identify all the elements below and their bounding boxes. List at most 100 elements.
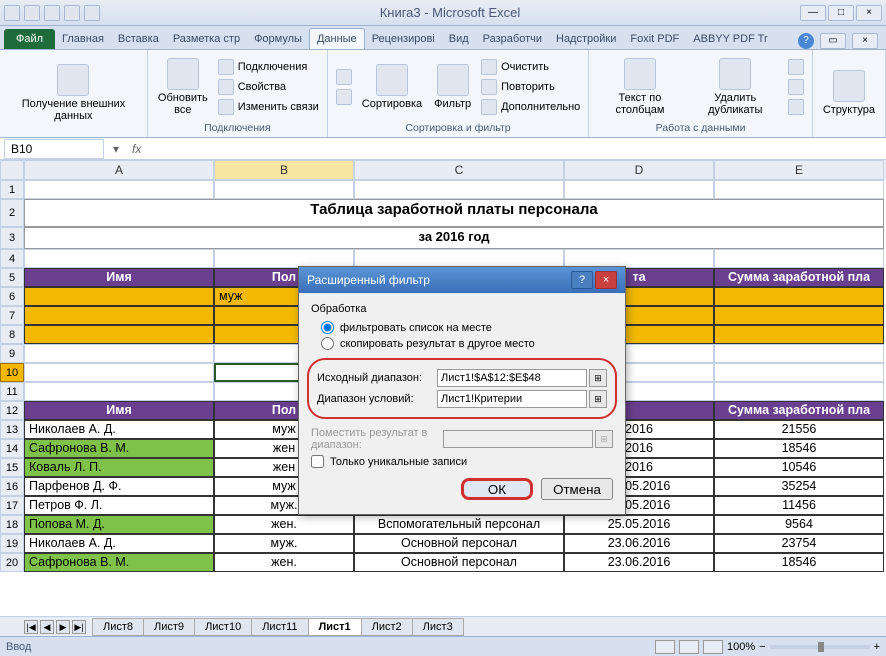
sheet-nav-first[interactable]: |◀ bbox=[24, 620, 38, 634]
cell[interactable]: Николаев А. Д. bbox=[24, 534, 214, 553]
cell[interactable]: муж. bbox=[214, 534, 354, 553]
cell[interactable]: Сафронова В. М. bbox=[24, 439, 214, 458]
cell[interactable]: Попова М. Д. bbox=[24, 515, 214, 534]
cell[interactable] bbox=[714, 249, 884, 268]
row-header[interactable]: 2 bbox=[0, 199, 24, 227]
sheet-tab[interactable]: Лист11 bbox=[251, 618, 308, 636]
row-header[interactable]: 9 bbox=[0, 344, 24, 363]
minimize-button[interactable]: — bbox=[800, 5, 826, 21]
cell[interactable]: 18546 bbox=[714, 553, 884, 572]
zoom-in-button[interactable]: + bbox=[874, 641, 880, 653]
cancel-button[interactable]: Отмена bbox=[541, 478, 613, 500]
sheet-tab[interactable]: Лист2 bbox=[361, 618, 413, 636]
sheet-tab[interactable]: Лист3 bbox=[412, 618, 464, 636]
dialog-help-button[interactable]: ? bbox=[571, 271, 593, 289]
tab-insert[interactable]: Вставка bbox=[111, 29, 166, 49]
cell[interactable]: 11456 bbox=[714, 496, 884, 515]
tab-foxit[interactable]: Foxit PDF bbox=[623, 29, 686, 49]
ribbon-minimize-button[interactable]: ▭ bbox=[820, 33, 846, 49]
cell[interactable] bbox=[714, 306, 884, 325]
sheet-nav-last[interactable]: ▶| bbox=[72, 620, 86, 634]
formula-input[interactable] bbox=[149, 139, 886, 158]
select-all-corner[interactable] bbox=[0, 160, 24, 180]
cell[interactable] bbox=[24, 306, 214, 325]
cell[interactable]: 23.06.2016 bbox=[564, 553, 714, 572]
row-header[interactable]: 12 bbox=[0, 401, 24, 420]
save-icon[interactable] bbox=[24, 5, 40, 21]
cell[interactable]: Имя bbox=[24, 268, 214, 287]
cell[interactable]: 25.05.2016 bbox=[564, 515, 714, 534]
cell[interactable]: Парфенов Д. Ф. bbox=[24, 477, 214, 496]
close-button[interactable]: × bbox=[856, 5, 882, 21]
qat-more-icon[interactable] bbox=[84, 5, 100, 21]
view-pagelayout-button[interactable] bbox=[679, 640, 699, 654]
row-header[interactable]: 4 bbox=[0, 249, 24, 268]
sheet-nav-next[interactable]: ▶ bbox=[56, 620, 70, 634]
cell[interactable]: Сумма заработной пла bbox=[714, 268, 884, 287]
cell[interactable]: Сафронова В. М. bbox=[24, 553, 214, 572]
row-header[interactable]: 14 bbox=[0, 439, 24, 458]
sort-button[interactable]: Сортировка bbox=[358, 62, 426, 112]
outline-button[interactable]: Структура bbox=[819, 68, 879, 118]
list-range-ref-button[interactable]: ⊞ bbox=[589, 369, 607, 387]
row-header[interactable]: 11 bbox=[0, 382, 24, 401]
tab-pagelayout[interactable]: Разметка стр bbox=[166, 29, 247, 49]
tab-view[interactable]: Вид bbox=[442, 29, 476, 49]
cell[interactable]: жен. bbox=[214, 515, 354, 534]
fx-icon[interactable]: fx bbox=[124, 142, 149, 156]
undo-icon[interactable] bbox=[44, 5, 60, 21]
ok-button[interactable]: ОК bbox=[461, 478, 533, 500]
cell[interactable]: 23.06.2016 bbox=[564, 534, 714, 553]
sheet-tab[interactable]: Лист9 bbox=[143, 618, 195, 636]
properties-button[interactable]: Свойства bbox=[216, 78, 321, 96]
row-header[interactable]: 13 bbox=[0, 420, 24, 439]
list-range-input[interactable] bbox=[437, 369, 587, 387]
tab-developer[interactable]: Разработчи bbox=[476, 29, 549, 49]
zoom-slider[interactable] bbox=[770, 645, 870, 649]
cell[interactable] bbox=[714, 363, 884, 382]
view-normal-button[interactable] bbox=[655, 640, 675, 654]
connections-button[interactable]: Подключения bbox=[216, 58, 321, 76]
row-header[interactable]: 10 bbox=[0, 363, 24, 382]
col-header-b[interactable]: B bbox=[214, 160, 354, 180]
cell[interactable]: 18546 bbox=[714, 439, 884, 458]
tab-abbyy[interactable]: ABBYY PDF Tr bbox=[686, 29, 774, 49]
text-to-columns-button[interactable]: Текст по столбцам bbox=[595, 56, 684, 118]
criteria-range-input[interactable] bbox=[437, 390, 587, 408]
radio-copy-to[interactable]: скопировать результат в другое место bbox=[321, 337, 613, 350]
help-icon[interactable]: ? bbox=[798, 33, 814, 49]
row-header[interactable]: 17 bbox=[0, 496, 24, 515]
col-header-d[interactable]: D bbox=[564, 160, 714, 180]
cell[interactable] bbox=[24, 287, 214, 306]
cell[interactable] bbox=[24, 249, 214, 268]
cell[interactable] bbox=[354, 180, 564, 199]
remove-duplicates-button[interactable]: Удалить дубликаты bbox=[689, 56, 782, 118]
maximize-button[interactable]: □ bbox=[828, 5, 854, 21]
row-header[interactable]: 16 bbox=[0, 477, 24, 496]
name-box[interactable]: B10 bbox=[4, 139, 104, 159]
row-header[interactable]: 15 bbox=[0, 458, 24, 477]
row-header[interactable]: 5 bbox=[0, 268, 24, 287]
dialog-close-button[interactable]: × bbox=[595, 271, 617, 289]
cell[interactable] bbox=[714, 287, 884, 306]
cell[interactable]: Имя bbox=[24, 401, 214, 420]
namebox-dropdown[interactable]: ▾ bbox=[108, 142, 124, 156]
tab-data[interactable]: Данные bbox=[309, 28, 365, 49]
sheet-tab[interactable]: Лист1 bbox=[308, 618, 362, 636]
tab-addins[interactable]: Надстройки bbox=[549, 29, 623, 49]
tab-review[interactable]: Рецензировi bbox=[365, 29, 442, 49]
doc-close-button[interactable]: × bbox=[852, 33, 878, 49]
cell[interactable]: 21556 bbox=[714, 420, 884, 439]
get-external-data-button[interactable]: Получение внешних данных bbox=[6, 62, 141, 124]
cell[interactable] bbox=[714, 344, 884, 363]
criteria-range-ref-button[interactable]: ⊞ bbox=[589, 390, 607, 408]
redo-icon[interactable] bbox=[64, 5, 80, 21]
reapply-button[interactable]: Повторить bbox=[479, 78, 582, 96]
row-header[interactable]: 6 bbox=[0, 287, 24, 306]
cell[interactable]: Вспомогательный персонал bbox=[354, 515, 564, 534]
cell[interactable] bbox=[24, 382, 214, 401]
cell[interactable]: Петров Ф. Л. bbox=[24, 496, 214, 515]
cell[interactable] bbox=[714, 382, 884, 401]
col-header-c[interactable]: C bbox=[354, 160, 564, 180]
cell[interactable] bbox=[24, 325, 214, 344]
